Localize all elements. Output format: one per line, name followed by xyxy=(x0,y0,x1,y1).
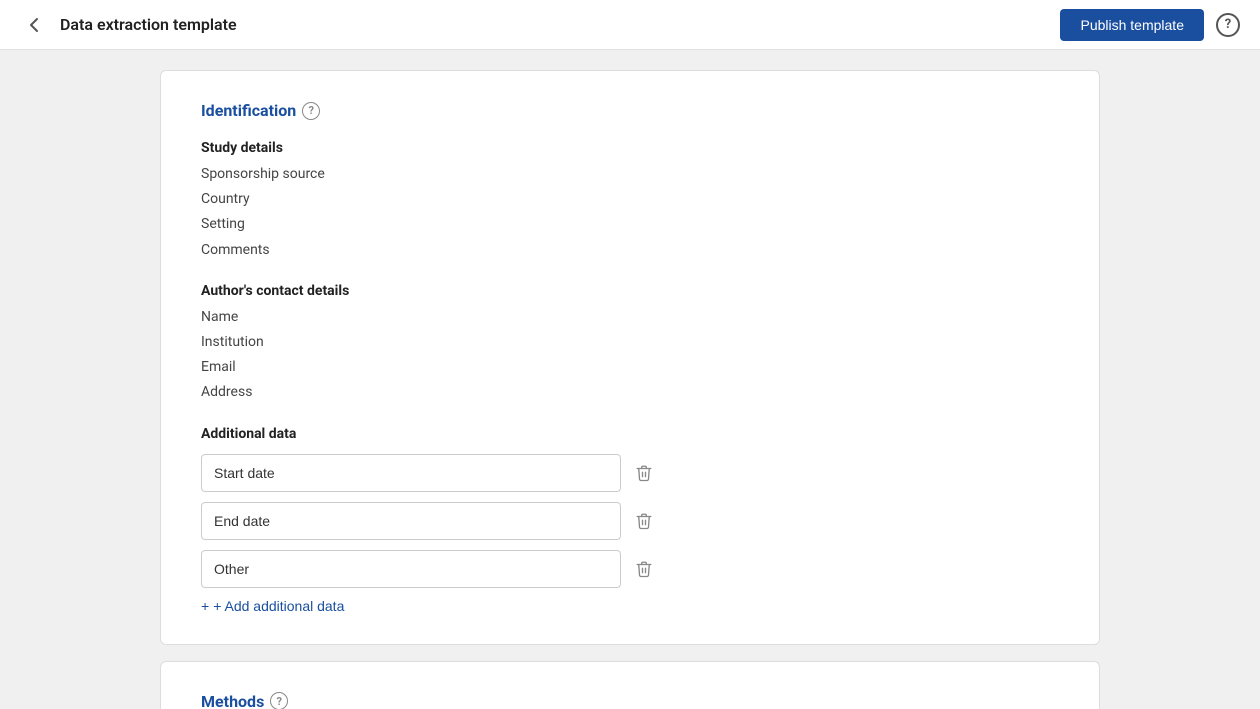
field-email: Email xyxy=(201,355,1059,380)
author-contact-title: Author's contact details xyxy=(201,283,1059,299)
delete-other-button[interactable] xyxy=(631,556,657,582)
add-icon: + xyxy=(201,598,209,614)
header-right: Publish template ? xyxy=(1060,9,1240,41)
field-institution: Institution xyxy=(201,330,1059,355)
delete-start-date-button[interactable] xyxy=(631,460,657,486)
other-input[interactable] xyxy=(201,550,621,588)
input-row-start-date xyxy=(201,454,1059,492)
author-contact-section: Author's contact details Name Institutio… xyxy=(201,283,1059,406)
methods-section-title: Methods ? xyxy=(201,692,1059,709)
field-sponsorship-source: Sponsorship source xyxy=(201,162,1059,187)
study-details-title: Study details xyxy=(201,140,1059,156)
field-address: Address xyxy=(201,380,1059,405)
publish-template-button[interactable]: Publish template xyxy=(1060,9,1204,41)
field-country: Country xyxy=(201,187,1059,212)
back-button[interactable] xyxy=(20,11,48,39)
add-label: + Add additional data xyxy=(213,598,344,614)
page-title: Data extraction template xyxy=(60,15,237,34)
additional-data-label: Additional data xyxy=(201,426,1059,442)
input-row-other xyxy=(201,550,1059,588)
field-setting: Setting xyxy=(201,212,1059,237)
identification-card: Identification ? Study details Sponsorsh… xyxy=(160,70,1100,645)
methods-card: Methods ? Method details xyxy=(160,661,1100,709)
identification-section-title: Identification ? xyxy=(201,101,1059,120)
methods-info-icon[interactable]: ? xyxy=(270,692,288,709)
header-left: Data extraction template xyxy=(20,11,237,39)
input-row-end-date xyxy=(201,502,1059,540)
add-additional-data-button[interactable]: + + Add additional data xyxy=(201,598,344,614)
end-date-input[interactable] xyxy=(201,502,621,540)
help-icon[interactable]: ? xyxy=(1216,13,1240,37)
delete-end-date-button[interactable] xyxy=(631,508,657,534)
additional-data-section: Additional data xyxy=(201,426,1059,614)
main-content: Identification ? Study details Sponsorsh… xyxy=(0,50,1260,709)
start-date-input[interactable] xyxy=(201,454,621,492)
field-name: Name xyxy=(201,305,1059,330)
field-comments: Comments xyxy=(201,238,1059,263)
study-details-section: Study details Sponsorship source Country… xyxy=(201,140,1059,263)
app-header: Data extraction template Publish templat… xyxy=(0,0,1260,50)
identification-info-icon[interactable]: ? xyxy=(302,102,320,120)
